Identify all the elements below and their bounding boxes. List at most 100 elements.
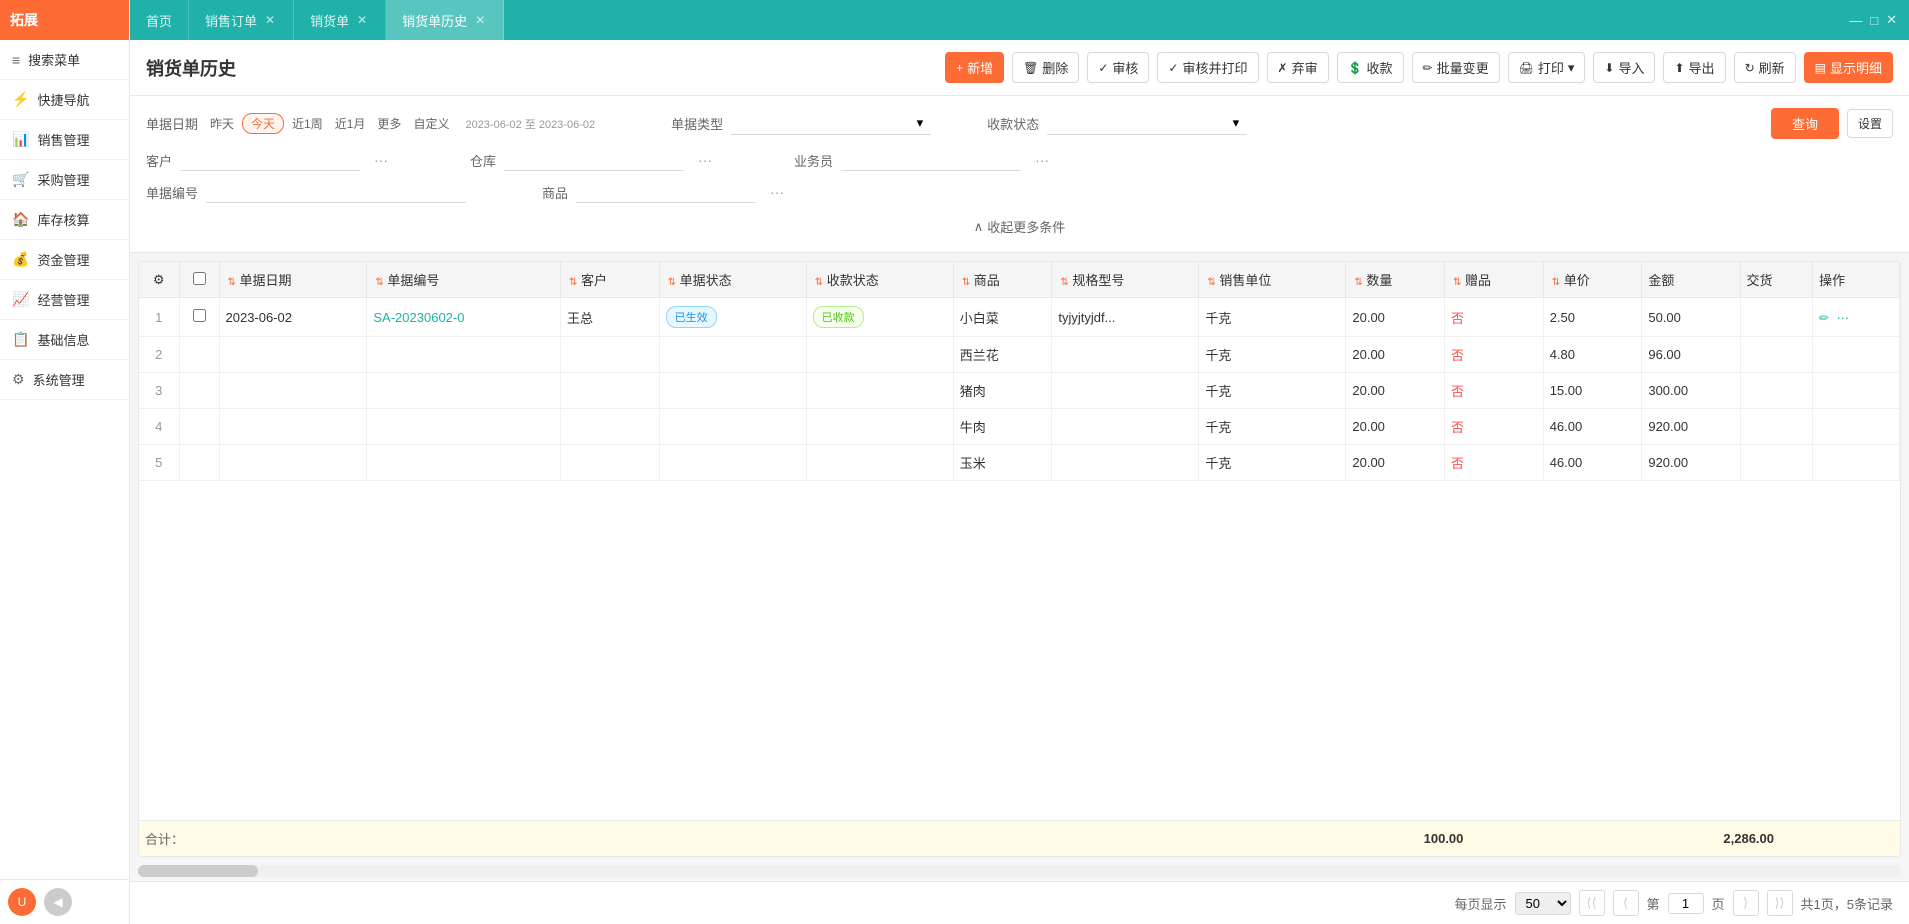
row-goods-1: 小白菜 [953,298,1052,337]
tab-home[interactable]: 首页 [130,0,189,40]
collapse-btn[interactable]: ∧ 收起更多条件 [146,213,1893,240]
sidebar-item-finance[interactable]: 💰 资金管理 [0,240,129,280]
sidebar-item-purchase-mgmt[interactable]: 🛒 采购管理 [0,160,129,200]
shortcut-custom[interactable]: 自定义 [409,113,453,134]
sidebar-logo: 拓展 [0,0,129,40]
qty-col[interactable]: ⇅ 数量 [1346,262,1445,298]
settings-col[interactable]: ⚙ [139,262,179,298]
export-button[interactable]: ⬆ 导出 [1663,52,1725,83]
goods-col[interactable]: ⇅ 商品 [953,262,1052,298]
row-1-checkbox[interactable] [193,309,206,322]
quick-nav-icon: ⚡ [12,91,29,108]
row-price-4: 46.00 [1543,409,1642,445]
sidebar-item-sales-mgmt[interactable]: 📊 销售管理 [0,120,129,160]
date-col[interactable]: ⇅ 单据日期 [219,262,367,298]
audit-print-button[interactable]: ✓ 审核并打印 [1157,52,1258,83]
tab-sales-history[interactable]: 销货单历史 ✕ [386,0,504,40]
sidebar-item-quick-nav[interactable]: ⚡ 快捷导航 [0,80,129,120]
batch-change-button[interactable]: ✏ 批量变更 [1412,52,1500,83]
row-spec-3 [1052,373,1199,409]
sidebar-item-search-menu[interactable]: ≡ 搜索菜单 [0,40,129,80]
import-button[interactable]: ⬇ 导入 [1593,52,1655,83]
sidebar-item-inventory[interactable]: 🏠 库存核算 [0,200,129,240]
row-action-2 [1813,337,1900,373]
goods-input[interactable] [576,181,756,203]
maximize-button[interactable]: □ [1870,13,1878,28]
more-action-1[interactable]: ⋯ [1837,311,1849,325]
sidebar-item-operations[interactable]: 📈 经营管理 [0,280,129,320]
warehouse-label: 仓库 [470,151,496,170]
doc-status-col[interactable]: ⇅ 单据状态 [659,262,806,298]
receive-button[interactable]: 💲 收款 [1337,52,1404,83]
horizontal-scrollbar[interactable] [138,865,1901,877]
delete-button[interactable]: 🗑 删除 [1012,52,1079,83]
pay-status-col[interactable]: ⇅ 收款状态 [806,262,953,298]
row-docno-3 [367,373,561,409]
row-date-3 [219,373,367,409]
customer-ellipsis[interactable]: ··· [368,150,394,170]
last-page-button[interactable]: ⟩⟩ [1767,890,1793,916]
show-detail-button[interactable]: ▤ 显示明细 [1804,52,1893,83]
payment-status-select[interactable]: ▾ [1047,112,1247,135]
filter-row-2: 客户 ··· 仓库 ··· 业务员 ··· [146,149,1893,171]
add-button[interactable]: + 新增 [945,52,1004,83]
print-button[interactable]: 🖨 打印 ▾ [1508,52,1586,83]
price-col[interactable]: ⇅ 单价 [1543,262,1642,298]
table-row: 1 2023-06-02 SA-20230602-0 王总 已生效 已收款 [139,298,1900,337]
staff-ellipsis[interactable]: ··· [1029,150,1055,170]
select-all-checkbox[interactable] [193,272,206,285]
tab-sales-history-close[interactable]: ✕ [473,11,487,29]
minimize-button[interactable]: — [1849,13,1862,28]
prev-page-button[interactable]: ⟨ [1613,890,1639,916]
footer-total-amount: 2,286.00 [1723,831,1774,846]
doc-type-select[interactable]: ▾ [731,112,931,135]
refresh-button[interactable]: ↻ 刷新 [1734,52,1796,83]
abandon-button[interactable]: ✗ 弃审 [1267,52,1329,83]
tab-sales-delivery[interactable]: 销货单 ✕ [294,0,386,40]
row-qty-2: 20.00 [1346,337,1445,373]
unit-col[interactable]: ⇅ 销售单位 [1199,262,1346,298]
tab-sales-order[interactable]: 销售订单 ✕ [189,0,294,40]
docno-col[interactable]: ⇅ 单据编号 [367,262,561,298]
shortcut-last7[interactable]: 近1周 [288,113,327,134]
audit-button[interactable]: ✓ 审核 [1087,52,1149,83]
shortcut-yesterday[interactable]: 昨天 [206,113,238,134]
shortcut-last1m[interactable]: 近1月 [331,113,370,134]
print-dropdown-icon: ▾ [1568,60,1575,76]
sidebar-item-basic-info[interactable]: 📋 基础信息 [0,320,129,360]
page-input[interactable] [1668,893,1704,914]
row-num-4: 4 [139,409,179,445]
goods-ellipsis[interactable]: ··· [764,182,790,202]
sidebar-collapse-icon[interactable]: ◀ [44,888,72,916]
warehouse-ellipsis[interactable]: ··· [692,150,718,170]
customer-col[interactable]: ⇅ 客户 [561,262,660,298]
row-docno-1: SA-20230602-0 [367,298,561,337]
query-button[interactable]: 查询 [1771,108,1839,139]
docno-input[interactable] [206,181,466,203]
spec-col[interactable]: ⇅ 规格型号 [1052,262,1199,298]
edit-action-1[interactable]: ✏ [1819,311,1829,325]
next-page-button[interactable]: ⟩ [1733,890,1759,916]
finance-icon: 💰 [12,251,29,268]
warehouse-input[interactable] [504,149,684,171]
settings-button[interactable]: 设置 [1847,109,1893,138]
tab-sales-delivery-close[interactable]: ✕ [355,11,369,29]
sidebar-user-icon[interactable]: U [8,888,36,916]
per-page-select[interactable]: 50 100 200 [1515,892,1571,915]
shortcut-today[interactable]: 今天 [242,113,284,134]
first-page-button[interactable]: ⟨⟨ [1579,890,1605,916]
sidebar-item-system[interactable]: ⚙ 系统管理 [0,360,129,400]
close-button[interactable]: ✕ [1886,12,1897,28]
gift-col[interactable]: ⇅ 赠品 [1445,262,1544,298]
tab-sales-order-close[interactable]: ✕ [263,11,277,29]
table-wrapper: ⚙ ⇅ 单据日期 ⇅ 单据编号 ⇅ 客户 ⇅ 单据状态 ⇅ 收款状态 ⇅ 商品 … [138,261,1901,857]
inventory-icon: 🏠 [12,211,29,228]
date-label: 单据日期 [146,114,198,133]
row-docno-link-1[interactable]: SA-20230602-0 [373,310,464,325]
row-amount-2: 96.00 [1642,337,1740,373]
shortcut-more[interactable]: 更多 [373,113,405,134]
row-check-5 [179,445,219,481]
scrollbar-thumb[interactable] [138,865,258,877]
customer-input[interactable] [180,149,360,171]
staff-input[interactable] [841,149,1021,171]
